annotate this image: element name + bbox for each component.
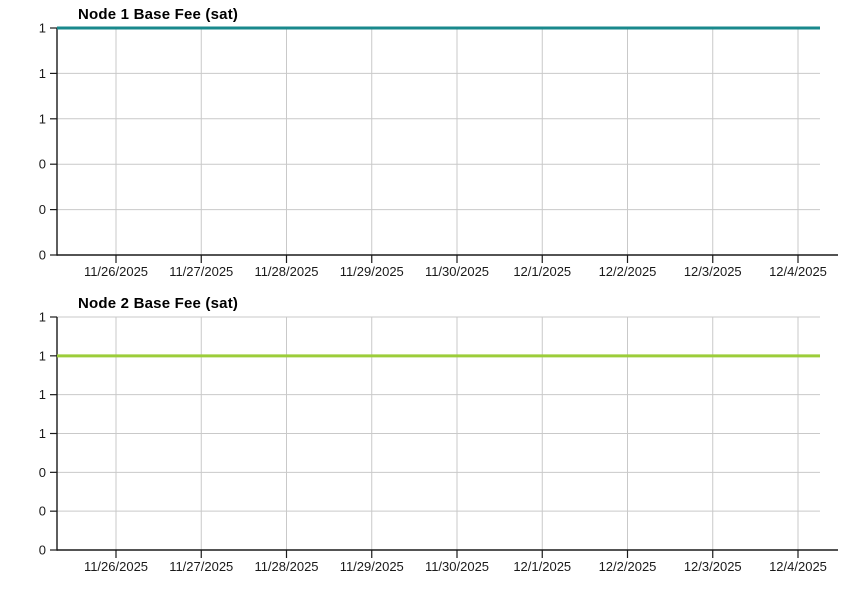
x-tick-label: 11/28/2025 <box>254 559 318 574</box>
y-tick-label: 1 <box>39 21 46 36</box>
y-tick-label: 0 <box>39 157 46 172</box>
x-tick-label: 11/30/2025 <box>425 559 489 574</box>
x-tick-label: 12/2/2025 <box>599 264 657 279</box>
x-tick-label: 11/30/2025 <box>425 264 489 279</box>
y-tick-label: 1 <box>39 426 46 441</box>
x-tick-label: 12/3/2025 <box>684 559 742 574</box>
node-2-plot-area: 1 1 1 1 0 0 0 11/26/2025 11/27/2025 11/28/2025 11/… <box>39 310 838 574</box>
y-tick-label: 1 <box>39 310 46 325</box>
x-tick-label: 11/26/2025 <box>84 559 148 574</box>
y-tick-label: 0 <box>39 248 46 263</box>
x-tick-label: 12/4/2025 <box>769 559 827 574</box>
x-tick-label: 12/2/2025 <box>599 559 657 574</box>
x-tick-label: 11/26/2025 <box>84 264 148 279</box>
x-tick-label: 11/29/2025 <box>340 559 404 574</box>
x-tick-label: 11/27/2025 <box>169 264 233 279</box>
dashboard-page: Node 1 Base Fee (sat) 1 1 1 0 0 0 11/26/2025 11… <box>0 0 860 600</box>
x-tick-label: 11/27/2025 <box>169 559 233 574</box>
x-tick-label: 12/1/2025 <box>513 264 571 279</box>
x-tick-label: 12/3/2025 <box>684 264 742 279</box>
y-tick-label: 0 <box>39 202 46 217</box>
x-tick-label: 11/28/2025 <box>254 264 318 279</box>
y-tick-label: 1 <box>39 66 46 81</box>
y-tick-label: 1 <box>39 387 46 402</box>
y-tick-label: 0 <box>39 504 46 519</box>
x-tick-label: 12/4/2025 <box>769 264 827 279</box>
x-tick-label: 12/1/2025 <box>513 559 571 574</box>
y-tick-label: 0 <box>39 465 46 480</box>
y-tick-label: 0 <box>39 543 46 558</box>
x-tick-label: 11/29/2025 <box>340 264 404 279</box>
node-1-plot-area: 1 1 1 0 0 0 11/26/2025 11/27/2025 11/28/2025 11/2… <box>39 21 838 279</box>
y-tick-label: 1 <box>39 111 46 126</box>
y-tick-label: 1 <box>39 348 46 363</box>
